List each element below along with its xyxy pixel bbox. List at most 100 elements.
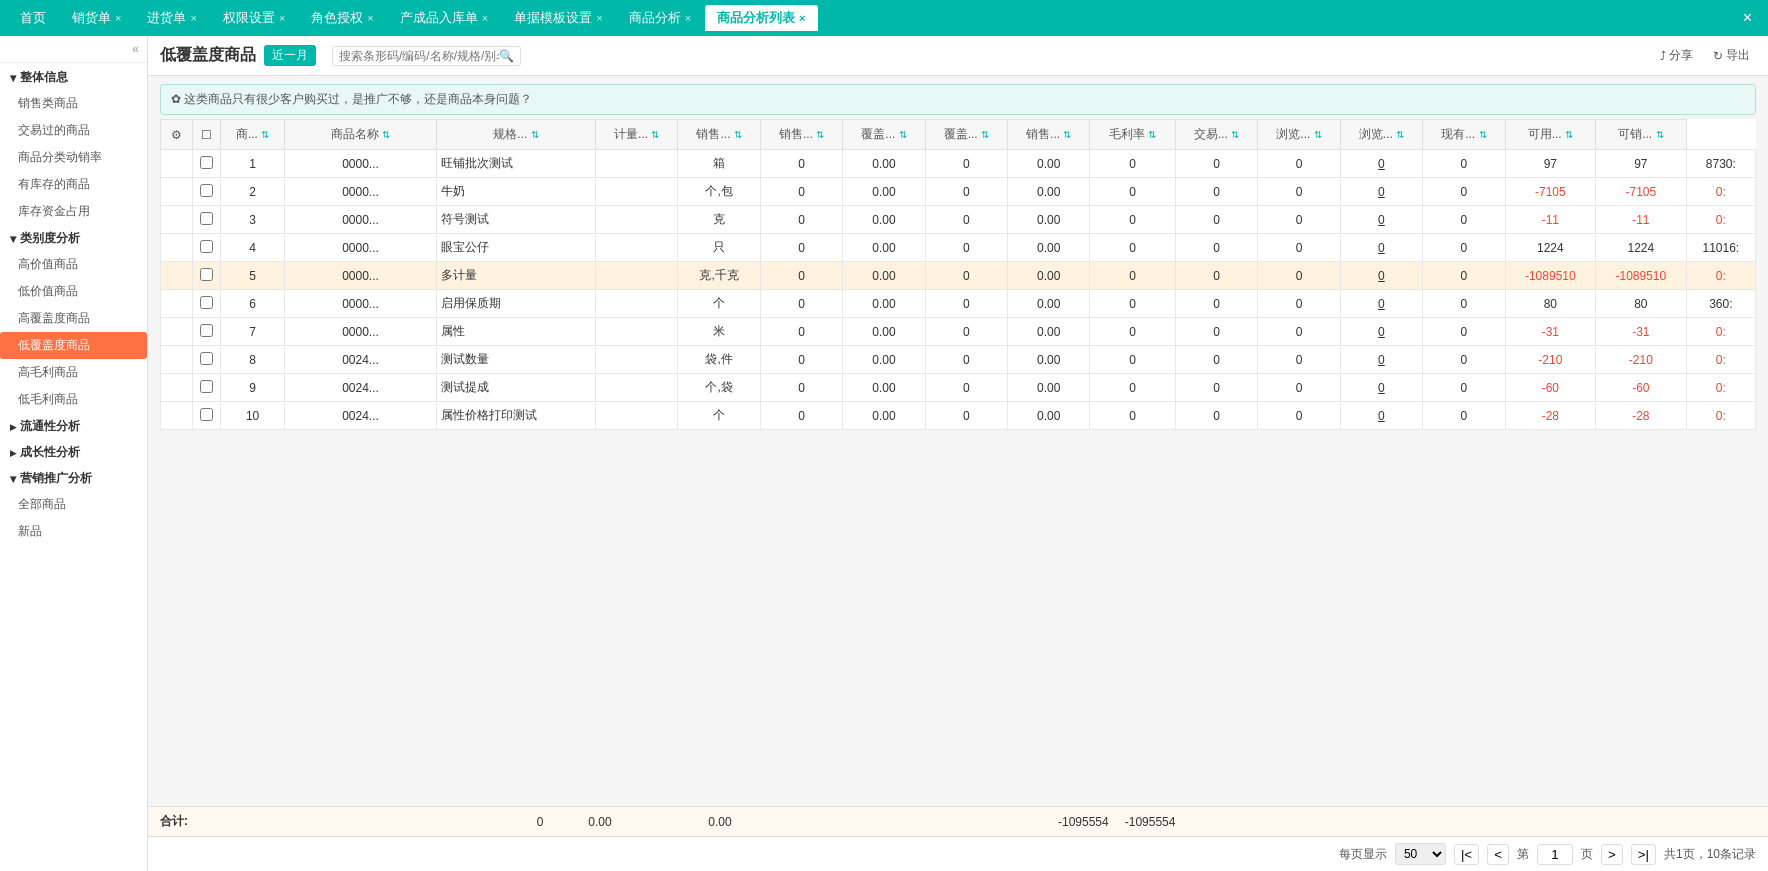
col-browse1[interactable]: 浏览... ⇅ — [1258, 120, 1340, 150]
sidebar-item-sales-goods[interactable]: 销售类商品 — [0, 90, 147, 117]
close-icon[interactable]: × — [482, 12, 488, 24]
cell-transaction: 0 — [1258, 346, 1340, 374]
cell-browse1[interactable]: 0 — [1340, 262, 1422, 290]
cell-browse1[interactable]: 0 — [1340, 178, 1422, 206]
sidebar-item-low-coverage[interactable]: 低覆盖度商品 — [0, 332, 147, 359]
sidebar-item-low-value[interactable]: 低价值商品 — [0, 278, 147, 305]
col-sales-qty[interactable]: 销售... ⇅ — [678, 120, 760, 150]
col-transaction[interactable]: 交易... ⇅ — [1175, 120, 1257, 150]
col-sales3[interactable]: 销售... ⇅ — [1008, 120, 1090, 150]
cell-browse1[interactable]: 0 — [1340, 402, 1422, 430]
col-spec[interactable]: 规格... ⇅ — [436, 120, 595, 150]
nav-item-purchase[interactable]: 进货单 × — [135, 5, 208, 31]
cell-current-stock: 97 — [1505, 150, 1596, 178]
search-input[interactable] — [339, 49, 499, 63]
nav-item-roles[interactable]: 角色授权 × — [299, 5, 385, 31]
sidebar-item-all-goods[interactable]: 全部商品 — [0, 491, 147, 518]
cell-checkbox[interactable] — [193, 402, 221, 430]
sidebar-item-low-profit[interactable]: 低毛利商品 — [0, 386, 147, 413]
cell-checkbox[interactable] — [193, 234, 221, 262]
footer-available: -1095554 — [1117, 815, 1184, 829]
prev-page-button[interactable]: < — [1487, 844, 1509, 865]
close-icon[interactable]: × — [115, 12, 121, 24]
cell-no: 8 — [221, 346, 285, 374]
sidebar-section-marketing[interactable]: ▾ 营销推广分析 — [0, 465, 147, 491]
sidebar-toggle[interactable]: « — [0, 36, 147, 63]
sidebar-item-in-stock[interactable]: 有库存的商品 — [0, 171, 147, 198]
sidebar-item-high-coverage[interactable]: 高覆盖度商品 — [0, 305, 147, 332]
col-name[interactable]: 商品名称 ⇅ — [285, 120, 437, 150]
col-sellable[interactable]: 可销... ⇅ — [1596, 120, 1687, 150]
cell-checkbox[interactable] — [193, 374, 221, 402]
cell-coverage1: 0 — [925, 374, 1007, 402]
col-settings[interactable]: ⚙ — [161, 120, 193, 150]
col-checkbox[interactable]: ☐ — [193, 120, 221, 150]
cell-browse1[interactable]: 0 — [1340, 290, 1422, 318]
close-icon[interactable]: × — [279, 12, 285, 24]
cell-browse2: 0 — [1423, 178, 1505, 206]
col-current-stock[interactable]: 现有... ⇅ — [1423, 120, 1505, 150]
cell-browse1[interactable]: 0 — [1340, 150, 1422, 178]
nav-item-sales[interactable]: 销货单 × — [60, 5, 133, 31]
cell-available: -1089510 — [1596, 262, 1687, 290]
col-sales-amount[interactable]: 销售... ⇅ — [760, 120, 842, 150]
nav-item-template[interactable]: 单据模板设置 × — [502, 5, 614, 31]
cell-sales3: 0 — [1090, 374, 1175, 402]
nav-item-production[interactable]: 产成品入库单 × — [388, 5, 500, 31]
col-gross-margin[interactable]: 毛利率 ⇅ — [1090, 120, 1175, 150]
cell-browse1[interactable]: 0 — [1340, 346, 1422, 374]
cell-checkbox[interactable] — [193, 346, 221, 374]
cell-browse1[interactable]: 0 — [1340, 318, 1422, 346]
close-icon[interactable]: × — [596, 12, 602, 24]
cell-name: 属性价格打印测试 — [436, 402, 595, 430]
sidebar-section-category[interactable]: ▾ 类别度分析 — [0, 225, 147, 251]
sidebar-section-growth[interactable]: ▸ 成长性分析 — [0, 439, 147, 465]
close-all-button[interactable]: × — [1735, 5, 1760, 31]
close-icon[interactable]: × — [190, 12, 196, 24]
col-unit[interactable]: 计量... ⇅ — [596, 120, 678, 150]
close-icon[interactable]: × — [685, 12, 691, 24]
cell-checkbox[interactable] — [193, 318, 221, 346]
cell-code: 0000... — [285, 150, 437, 178]
cell-checkbox[interactable] — [193, 290, 221, 318]
cell-browse2: 0 — [1423, 262, 1505, 290]
col-browse2[interactable]: 浏览... ⇅ — [1340, 120, 1422, 150]
col-coverage1[interactable]: 覆盖... ⇅ — [843, 120, 925, 150]
cell-browse1[interactable]: 0 — [1340, 374, 1422, 402]
nav-item-analysis-list[interactable]: 商品分析列表 × — [705, 5, 817, 31]
last-page-button[interactable]: >| — [1631, 844, 1656, 865]
per-page-select[interactable]: 50 100 200 — [1395, 843, 1446, 865]
cell-checkbox[interactable] — [193, 262, 221, 290]
sidebar-item-high-value[interactable]: 高价值商品 — [0, 251, 147, 278]
header-actions: ⤴ 分享 ↻ 导出 — [1654, 44, 1756, 67]
period-button[interactable]: 近一月 — [264, 45, 316, 66]
nav-item-home[interactable]: 首页 — [8, 5, 58, 31]
sidebar-section-overall[interactable]: ▾ 整体信息 — [0, 63, 147, 90]
cell-checkbox[interactable] — [193, 150, 221, 178]
nav-item-analysis[interactable]: 商品分析 × — [617, 5, 703, 31]
cell-checkbox[interactable] — [193, 206, 221, 234]
close-icon[interactable]: × — [799, 12, 805, 24]
sidebar: « ▾ 整体信息 销售类商品 交易过的商品 商品分类动销率 有库存的商品 库存资… — [0, 36, 148, 871]
sidebar-item-capital[interactable]: 库存资金占用 — [0, 198, 147, 225]
next-page-button[interactable]: > — [1601, 844, 1623, 865]
cell-code: 0024... — [285, 346, 437, 374]
sidebar-item-new-goods[interactable]: 新品 — [0, 518, 147, 545]
sidebar-item-high-profit[interactable]: 高毛利商品 — [0, 359, 147, 386]
share-button[interactable]: ⤴ 分享 — [1654, 44, 1699, 67]
search-icon[interactable]: 🔍 — [499, 49, 514, 63]
close-icon[interactable]: × — [367, 12, 373, 24]
cell-checkbox[interactable] — [193, 178, 221, 206]
cell-browse1[interactable]: 0 — [1340, 234, 1422, 262]
sidebar-item-traded-goods[interactable]: 交易过的商品 — [0, 117, 147, 144]
export-button[interactable]: ↻ 导出 — [1707, 44, 1756, 67]
col-available[interactable]: 可用... ⇅ — [1505, 120, 1596, 150]
sidebar-section-circulation[interactable]: ▸ 流通性分析 — [0, 413, 147, 439]
sidebar-item-category-rate[interactable]: 商品分类动销率 — [0, 144, 147, 171]
page-input[interactable] — [1537, 844, 1573, 865]
nav-item-permissions[interactable]: 权限设置 × — [211, 5, 297, 31]
first-page-button[interactable]: |< — [1454, 844, 1479, 865]
col-code[interactable]: 商... ⇅ — [221, 120, 285, 150]
col-coverage2[interactable]: 覆盖... ⇅ — [925, 120, 1007, 150]
cell-browse1[interactable]: 0 — [1340, 206, 1422, 234]
